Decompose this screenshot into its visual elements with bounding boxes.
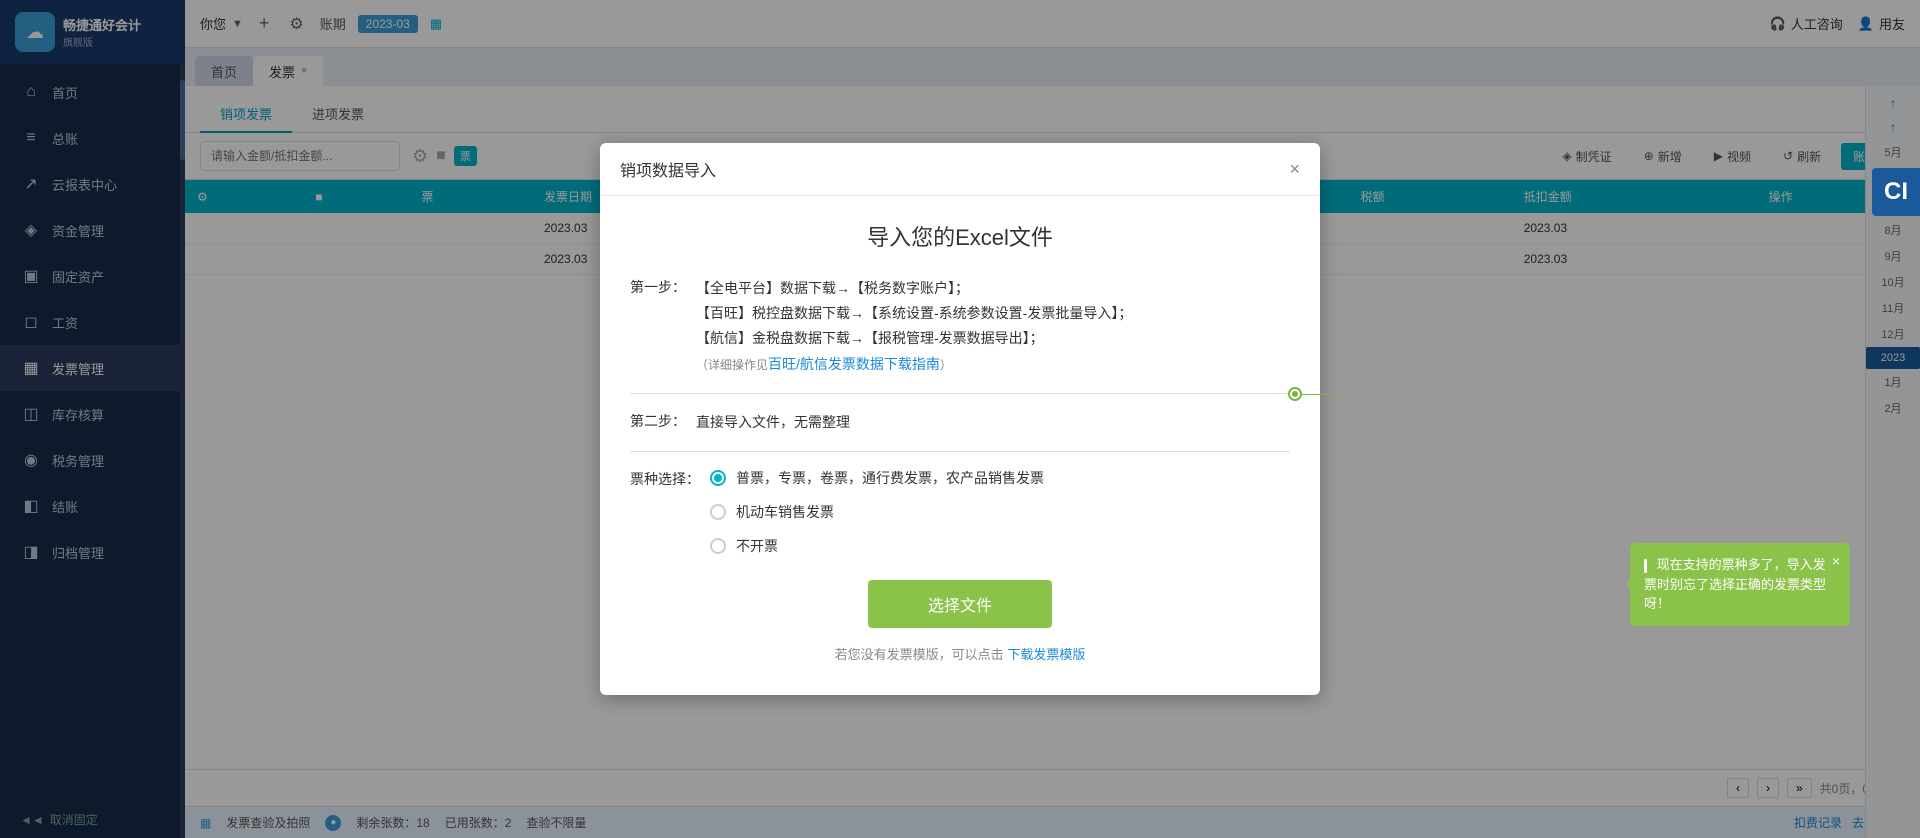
radio-option-2[interactable] [710, 504, 726, 520]
import-dialog: 销项数据导入 × 导入您的Excel文件 第一步： 【全电平台】数据下载→【税务… [600, 143, 1320, 695]
radio-label-3: 不开票 [736, 536, 778, 556]
radio-label-2: 机动车销售发票 [736, 502, 834, 522]
dialog-body: 导入您的Excel文件 第一步： 【全电平台】数据下载→【税务数字账户】； 【百… [600, 196, 1320, 695]
radio-row-1: 普票，专票，卷票，通行费发票，农产品销售发票 [710, 468, 1044, 488]
step2-content: 直接导入文件，无需整理 [696, 410, 850, 435]
step1-line2: 【百旺】税控盘数据下载→【系统设置-系统参数设置-发票批量导入】； [696, 301, 1132, 326]
step1-row: 第一步： 【全电平台】数据下载→【税务数字账户】； 【百旺】税控盘数据下载→【系… [630, 276, 1290, 377]
close-window-button[interactable]: × [1887, 62, 1896, 80]
radio-option-3[interactable] [710, 538, 726, 554]
radio-row-2: 机动车销售发票 [710, 502, 1044, 522]
radio-label-1: 普票，专票，卷票，通行费发票，农产品销售发票 [736, 468, 1044, 488]
step1-label: 第一步： [630, 276, 686, 297]
radio-group: 普票，专票，卷票，通行费发票，农产品销售发票 机动车销售发票 不开票 [710, 468, 1044, 556]
ci-badge: CI [1872, 168, 1920, 216]
dialog-overlay: 销项数据导入 × 导入您的Excel文件 第一步： 【全电平台】数据下载→【税务… [0, 0, 1920, 838]
link-paren-open: （详细操作见 [696, 358, 768, 372]
step1-line1: 【全电平台】数据下载→【税务数字账户】； [696, 276, 1132, 301]
dialog-header: 销项数据导入 × [600, 143, 1320, 196]
link-paren-close: ） [940, 358, 952, 372]
step2-row: 第二步： 直接导入文件，无需整理 [630, 410, 1290, 435]
step-divider [630, 393, 1290, 394]
radio-row-3: 不开票 [710, 536, 1044, 556]
tooltip-dot [1290, 389, 1300, 399]
radio-divider [630, 451, 1290, 452]
tooltip-connector [1290, 389, 1340, 399]
maximize-window-button[interactable]: □ [1907, 63, 1915, 79]
download-guide-link[interactable]: 百旺/航信发票数据下载指南 [768, 356, 940, 372]
dialog-close-button[interactable]: × [1289, 160, 1300, 178]
tooltip-bubble: 现在支持的票种多了，导入发票时别忘了选择正确的发票类型呀！ × [1630, 543, 1850, 626]
window-controls: × □ [1887, 62, 1915, 80]
step2-text: 直接导入文件，无需整理 [696, 414, 850, 430]
step1-content: 【全电平台】数据下载→【税务数字账户】； 【百旺】税控盘数据下载→【系统设置-系… [696, 276, 1132, 377]
radio-label: 票种选择： [630, 468, 700, 489]
radio-section: 票种选择： 普票，专票，卷票，通行费发票，农产品销售发票 机动车销售发票 不开票 [630, 468, 1290, 556]
tooltip-text: 现在支持的票种多了，导入发票时别忘了选择正确的发票类型呀！ [1644, 557, 1826, 611]
dialog-footer: 若您没有发票模版，可以点击 下载发票模版 [630, 636, 1290, 671]
select-file-button[interactable]: 选择文件 [868, 580, 1052, 628]
step1-link-row: （详细操作见百旺/航信发票数据下载指南） [696, 352, 1132, 377]
tooltip-container: 现在支持的票种多了，导入发票时别忘了选择正确的发票类型呀！ × [1340, 353, 1560, 436]
dialog-main-title: 导入您的Excel文件 [630, 220, 1290, 252]
step2-label: 第二步： [630, 410, 686, 431]
tooltip-line [1300, 394, 1340, 395]
radio-option-1[interactable] [710, 470, 726, 486]
tooltip-bar-icon [1644, 559, 1647, 573]
tooltip-close-button[interactable]: × [1832, 551, 1840, 572]
dialog-title: 销项数据导入 [620, 157, 716, 181]
download-template-link[interactable]: 下载发票模版 [1007, 647, 1085, 662]
step1-line3: 【航信】金税盘数据下载→【报税管理-发票数据导出】； [696, 326, 1132, 351]
footer-text: 若您没有发票模版，可以点击 [835, 647, 1004, 662]
